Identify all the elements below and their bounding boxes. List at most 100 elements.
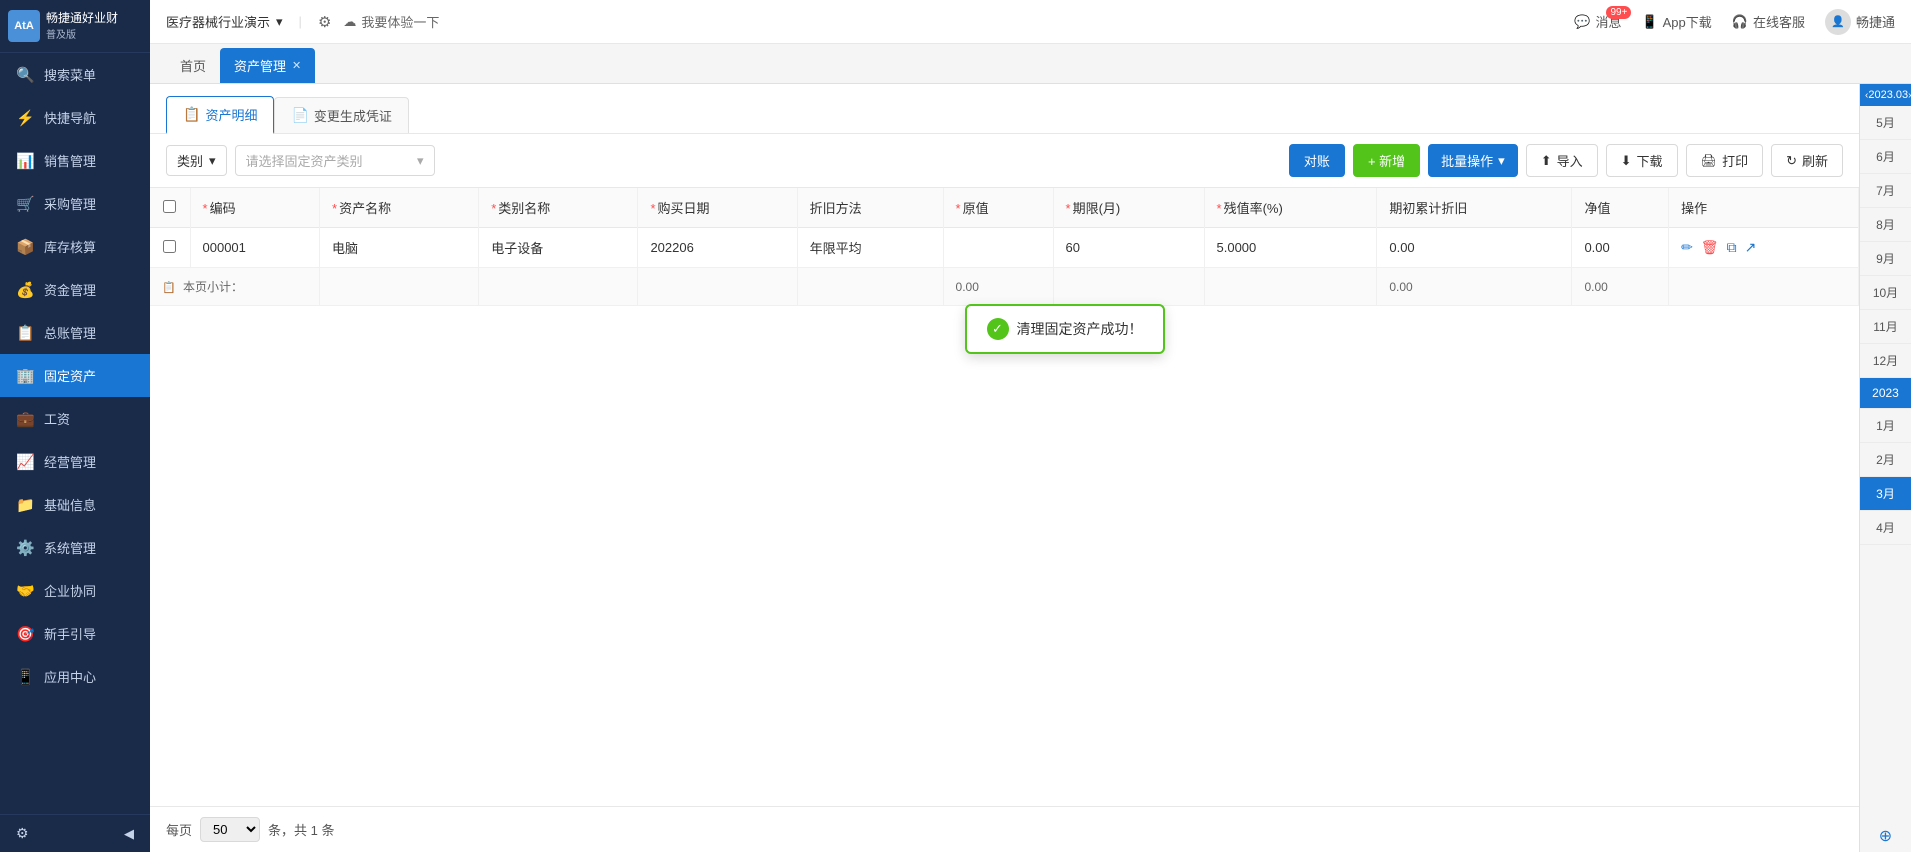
dropdown-icon: ▾ xyxy=(417,153,424,169)
header-checkbox[interactable] xyxy=(150,188,190,228)
doc-icon: 📄 xyxy=(291,107,308,124)
user-menu[interactable]: 👤 畅捷通 xyxy=(1825,9,1895,35)
calendar-month-6[interactable]: 6月 xyxy=(1860,140,1911,174)
company-name: 医疗器械行业演示 xyxy=(166,12,270,31)
sidebar-item-fixed-assets[interactable]: 🏢 固定资产 xyxy=(0,354,150,397)
trend-icon: 📈 xyxy=(16,453,34,471)
sidebar-bottom: ⚙ ◀ xyxy=(0,814,150,852)
main-content: 医疗器械行业演示 ▾ | ⚙ ☁ 我要体验一下 💬 消息 99+ 📱 App下载… xyxy=(150,0,1911,852)
delete-icon[interactable]: 🗑 xyxy=(1701,239,1719,256)
sidebar-item-operations[interactable]: 📈 经营管理 xyxy=(0,440,150,483)
new-button[interactable]: + 新增 xyxy=(1353,144,1420,177)
more-icon[interactable]: ↗ xyxy=(1745,239,1757,256)
tab-assets[interactable]: 资产管理 ✕ xyxy=(220,48,315,83)
row-operations: ✏ 🗑 ⧉ ↗ xyxy=(1669,228,1859,268)
sidebar-item-label: 新手引导 xyxy=(44,624,96,643)
online-support-btn[interactable]: 🎧 在线客服 xyxy=(1732,12,1805,31)
category-filter[interactable]: 类别 ▾ xyxy=(166,145,227,176)
asset-table-container: *编码 *资产名称 *类别名称 *购买日期 折旧方法 *原值 *期限(月) *残… xyxy=(150,188,1859,806)
header-original-value: *原值 xyxy=(943,188,1053,228)
calendar-month-8[interactable]: 8月 xyxy=(1860,208,1911,242)
calendar-year-2023[interactable]: 2023 xyxy=(1860,378,1911,409)
separator: | xyxy=(299,14,302,29)
row-checkbox-cell[interactable] xyxy=(150,228,190,268)
calendar-month-1[interactable]: 1月 xyxy=(1860,409,1911,443)
download-button[interactable]: ⬇ 下载 xyxy=(1606,144,1678,177)
sidebar-item-label: 固定资产 xyxy=(44,366,96,385)
sidebar-item-quick-nav[interactable]: ⚡ 快捷导航 xyxy=(0,96,150,139)
sidebar-item-wages[interactable]: 💼 工资 xyxy=(0,397,150,440)
calendar-month-3[interactable]: 3月 xyxy=(1860,477,1911,511)
phone-icon: 📱 xyxy=(16,668,34,686)
sidebar-item-basic-info[interactable]: 📁 基础信息 xyxy=(0,483,150,526)
row-checkbox[interactable] xyxy=(163,240,176,253)
headset-icon: 🎧 xyxy=(1732,14,1748,30)
operations-cell: ✏ 🗑 ⧉ ↗ xyxy=(1681,239,1846,256)
table-icon: 📋 xyxy=(183,106,200,123)
row-net-value: 0.00 xyxy=(1572,228,1669,268)
calendar-month-7[interactable]: 7月 xyxy=(1860,174,1911,208)
sidebar-item-sales[interactable]: 📊 销售管理 xyxy=(0,139,150,182)
batch-button[interactable]: 批量操作 ▾ xyxy=(1428,144,1518,177)
subtabs: 📋 资产明细 📄 变更生成凭证 xyxy=(150,84,1859,134)
calendar-month-5[interactable]: 5月 xyxy=(1860,106,1911,140)
sidebar-item-label: 经营管理 xyxy=(44,452,96,471)
sidebar-item-system[interactable]: ⚙️ 系统管理 xyxy=(0,526,150,569)
company-selector[interactable]: 医疗器械行业演示 ▾ xyxy=(166,12,283,31)
calendar-month-11[interactable]: 11月 xyxy=(1860,310,1911,344)
table-row: 000001 电脑 电子设备 202206 年限平均 60 5.0000 0.0… xyxy=(150,228,1859,268)
sidebar-item-enterprise[interactable]: 🤝 企业协同 xyxy=(0,569,150,612)
calendar-month-4[interactable]: 4月 xyxy=(1860,511,1911,545)
select-all-checkbox[interactable] xyxy=(163,200,176,213)
refresh-button[interactable]: ↻ 刷新 xyxy=(1771,144,1843,177)
reconcile-button[interactable]: 对账 xyxy=(1289,144,1345,177)
sidebar-item-purchase[interactable]: 🛒 采购管理 xyxy=(0,182,150,225)
sidebar-item-label: 销售管理 xyxy=(44,151,96,170)
money-icon: 💰 xyxy=(16,281,34,299)
calendar-month-2[interactable]: 2月 xyxy=(1860,443,1911,477)
print-icon: 🖨 xyxy=(1701,153,1718,169)
calendar-month-9[interactable]: 9月 xyxy=(1860,242,1911,276)
tab-home[interactable]: 首页 xyxy=(166,48,220,83)
import-button[interactable]: ⬆ 导入 xyxy=(1526,144,1598,177)
settings-gear-icon[interactable]: ⚙ xyxy=(318,13,331,31)
sidebar-item-inventory[interactable]: 📦 库存核算 xyxy=(0,225,150,268)
sidebar-item-ledger[interactable]: 📋 总账管理 xyxy=(0,311,150,354)
calendar-month-12[interactable]: 12月 xyxy=(1860,344,1911,378)
calendar-title: 2023.03 xyxy=(1868,89,1908,101)
topbar: 医疗器械行业演示 ▾ | ⚙ ☁ 我要体验一下 💬 消息 99+ 📱 App下载… xyxy=(150,0,1911,44)
app-download-btn[interactable]: 📱 App下载 xyxy=(1641,12,1711,31)
header-net-value: 净值 xyxy=(1572,188,1669,228)
sidebar-collapse-button[interactable]: ◀ xyxy=(124,826,134,842)
calendar-month-10[interactable]: 10月 xyxy=(1860,276,1911,310)
sidebar-item-guide[interactable]: 🎯 新手引导 xyxy=(0,612,150,655)
category-input[interactable]: 请选择固定资产类别 ▾ xyxy=(235,145,435,176)
subtab-change-voucher[interactable]: 📄 变更生成凭证 xyxy=(274,97,408,133)
subtotal-net-value: 0.00 xyxy=(1572,268,1669,306)
experience-btn[interactable]: ☁ 我要体验一下 xyxy=(343,12,439,31)
import-icon: ⬆ xyxy=(1541,153,1552,169)
gear-icon: ⚙️ xyxy=(16,539,34,557)
calendar-header: ‹ 2023.03 › xyxy=(1860,84,1911,106)
copy-icon[interactable]: ⧉ xyxy=(1727,239,1737,256)
per-page-select[interactable]: 50 100 200 xyxy=(200,817,260,842)
subtab-asset-details[interactable]: 📋 资产明细 xyxy=(166,96,274,134)
cart-icon: 🛒 xyxy=(16,195,34,213)
settings-icon[interactable]: ⚙ xyxy=(16,825,29,842)
topbar-right: 💬 消息 99+ 📱 App下载 🎧 在线客服 👤 畅捷通 xyxy=(1574,9,1895,35)
sidebar-item-app-center[interactable]: 📱 应用中心 xyxy=(0,655,150,698)
messages-btn[interactable]: 💬 消息 99+ xyxy=(1574,12,1621,31)
sidebar-item-label: 搜索菜单 xyxy=(44,65,96,84)
lightning-icon: ⚡ xyxy=(16,109,34,127)
subtotal-label-cell: 📋 本页小计： xyxy=(150,268,320,306)
sidebar-item-label: 应用中心 xyxy=(44,667,96,686)
content-area: 📋 资产明细 📄 变更生成凭证 类别 ▾ 请选择固定资产类别 ▾ xyxy=(150,84,1911,852)
content-main: 📋 资产明细 📄 变更生成凭证 类别 ▾ 请选择固定资产类别 ▾ xyxy=(150,84,1859,852)
calendar-down-icon[interactable]: ⊕ xyxy=(1879,828,1892,845)
tabbar: 首页 资产管理 ✕ xyxy=(150,44,1911,84)
sidebar-item-capital[interactable]: 💰 资金管理 xyxy=(0,268,150,311)
edit-icon[interactable]: ✏ xyxy=(1681,239,1693,256)
sidebar-item-search[interactable]: 🔍 搜索菜单 xyxy=(0,53,150,96)
tab-close-icon[interactable]: ✕ xyxy=(292,59,301,72)
print-button[interactable]: 🖨 打印 xyxy=(1686,144,1764,177)
